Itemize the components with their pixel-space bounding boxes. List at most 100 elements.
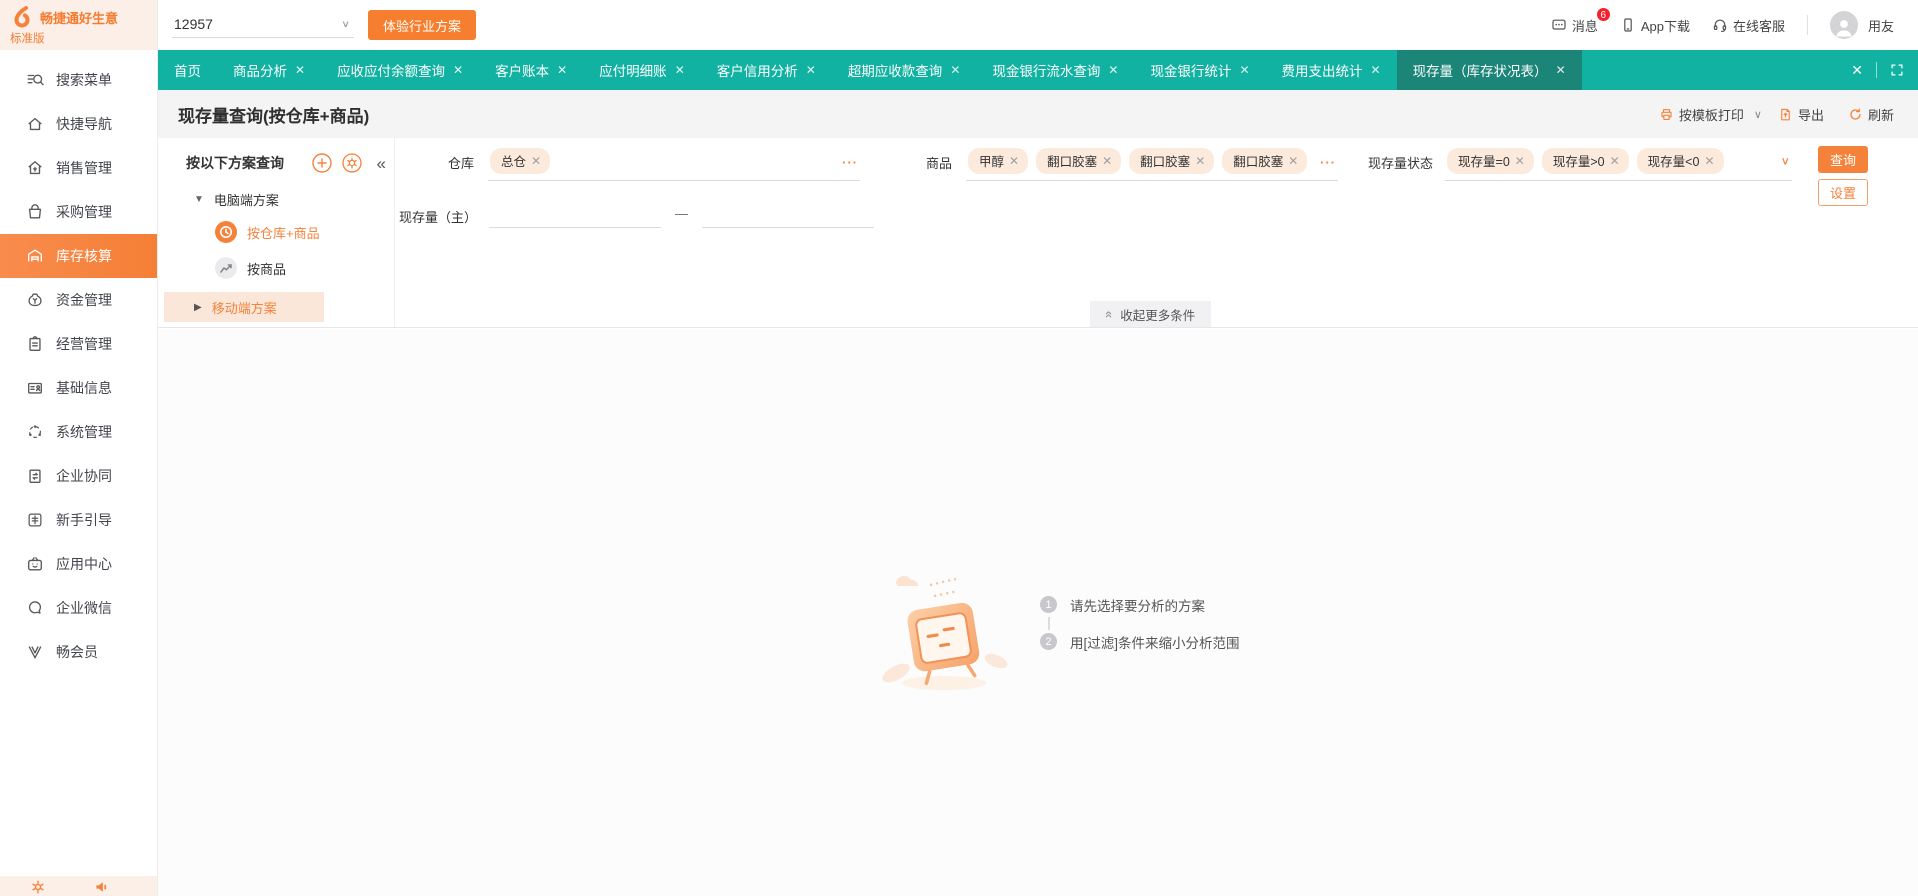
tab-close-icon[interactable]: ✕	[453, 63, 463, 77]
stock-range-min-input[interactable]	[489, 202, 662, 228]
tab-product-analysis[interactable]: 商品分析 ✕	[217, 50, 321, 90]
more-icon[interactable]: ···	[1320, 153, 1336, 170]
filter-label: 商品	[926, 156, 953, 171]
sidebar-item-label: 基础信息	[56, 380, 112, 396]
sidebar-item-label: 库存核算	[56, 248, 112, 264]
warehouse-input[interactable]: 总仓 ✕ ···	[488, 148, 860, 181]
filter-tag: 翻口胶塞 ✕	[1129, 148, 1215, 174]
speaker-icon[interactable]	[94, 879, 110, 895]
tree-group-pc[interactable]: ▼ 电脑端方案	[158, 184, 394, 214]
sidebar-item-label: 新手引导	[56, 512, 112, 528]
sidebar-item-wechat[interactable]: 企业微信	[0, 586, 157, 630]
empty-box-illustration	[882, 575, 1008, 690]
tab-expense-stats[interactable]: 费用支出统计 ✕	[1266, 50, 1397, 90]
sidebar-item-guide[interactable]: 新手引导	[0, 498, 157, 542]
sidebar-item-funds[interactable]: 资金管理	[0, 278, 157, 322]
step-connector	[1048, 616, 1050, 630]
tab-overdue-ar[interactable]: 超期应收款查询 ✕	[832, 50, 977, 90]
tag-close-icon[interactable]: ✕	[531, 154, 541, 168]
collapse-panel-icon[interactable]: «	[377, 155, 386, 172]
tab-close-icon[interactable]: ✕	[675, 63, 685, 77]
warehouse-icon	[26, 247, 44, 265]
clipboard-icon	[26, 335, 44, 353]
tag-close-icon[interactable]: ✕	[1704, 154, 1714, 168]
tab-cash-bank-stats[interactable]: 现金银行统计 ✕	[1134, 50, 1265, 90]
print-by-template-button[interactable]: 按模板打印	[1659, 105, 1744, 124]
tab-customer-credit[interactable]: 客户信用分析 ✕	[701, 50, 832, 90]
export-button[interactable]: 导出	[1778, 105, 1824, 124]
tree-group-mobile[interactable]: ▶ 移动端方案	[164, 292, 324, 322]
main-content: 1 请先选择要分析的方案 2 用[过滤]条件来缩小分析范围	[158, 329, 1918, 896]
tab-close-icon[interactable]: ✕	[557, 63, 567, 77]
scheme-settings-icon[interactable]	[341, 152, 363, 174]
sidebar-item-search-menu[interactable]: 搜索菜单	[0, 58, 157, 102]
filter-label: 现存量状态	[1368, 156, 1434, 171]
add-scheme-icon[interactable]	[311, 152, 333, 174]
refresh-button[interactable]: 刷新	[1848, 105, 1894, 124]
tab-close-icon[interactable]: ✕	[1371, 63, 1381, 77]
online-service-button[interactable]: 在线客服	[1712, 16, 1785, 35]
sidebar-item-collaboration[interactable]: 企业协同	[0, 454, 157, 498]
sidebar-item-operations[interactable]: 经营管理	[0, 322, 157, 366]
stock-status-select[interactable]: 现存量=0 ✕ 现存量>0 ✕ 现存量<0 ✕ ∨	[1445, 148, 1792, 181]
filter-tag: 甲醇 ✕	[968, 148, 1029, 174]
scheme-item-warehouse-product[interactable]: 按仓库+商品	[158, 214, 394, 250]
tab-close-icon[interactable]: ✕	[1108, 63, 1118, 77]
filter-tag: 现存量<0 ✕	[1636, 148, 1724, 174]
tab-close-icon[interactable]: ✕	[806, 63, 816, 77]
scheme-item-product[interactable]: 按商品	[158, 250, 394, 286]
tab-ar-ap-balance[interactable]: 应收应付余额查询 ✕	[321, 50, 479, 90]
gear-icon[interactable]	[30, 879, 46, 895]
app-download-button[interactable]: App下载	[1620, 16, 1690, 35]
chevron-down-icon[interactable]: ∨	[1780, 154, 1790, 168]
sidebar-item-quick-nav[interactable]: 快捷导航	[0, 102, 157, 146]
messages-button[interactable]: 消息 6	[1551, 6, 1611, 35]
tab-stock-on-hand[interactable]: 现存量（库存状况表） ✕	[1396, 50, 1582, 90]
tab-close-icon[interactable]: ✕	[295, 63, 305, 77]
tag-close-icon[interactable]: ✕	[1102, 154, 1112, 168]
tab-ap-detail[interactable]: 应付明细账 ✕	[583, 50, 701, 90]
tab-home[interactable]: 首页	[158, 50, 217, 90]
tabbar-separator	[1876, 62, 1877, 78]
filter-tag: 现存量=0 ✕	[1447, 148, 1534, 174]
sidebar-item-sales[interactable]: 销售管理	[0, 146, 157, 190]
tag-close-icon[interactable]: ✕	[1288, 154, 1298, 168]
scheme-panel-title: 按以下方案查询	[186, 155, 284, 171]
tab-close-icon[interactable]: ✕	[950, 63, 960, 77]
tab-close-icon[interactable]: ✕	[1556, 63, 1566, 77]
tag-close-icon[interactable]: ✕	[1195, 154, 1205, 168]
collapse-more-conditions[interactable]: « 收起更多条件	[1090, 301, 1212, 327]
query-button[interactable]: 查询	[1818, 146, 1868, 173]
chevron-down-icon[interactable]: ∨	[1754, 108, 1762, 121]
tab-close-icon[interactable]: ✕	[1239, 63, 1249, 77]
tab-cash-bank-flow[interactable]: 现金银行流水查询 ✕	[976, 50, 1134, 90]
chevrons-up-icon: «	[1102, 310, 1118, 318]
sidebar-item-label: 系统管理	[56, 424, 112, 440]
purchase-bag-icon	[26, 203, 44, 221]
query-panel: 按以下方案查询 « ▼ 电脑端方案 按仓库+商品 按商品 ▶ 移动端方案 仓库 …	[158, 138, 1918, 328]
sidebar-item-app-center[interactable]: 应用中心	[0, 542, 157, 586]
sidebar-item-base-info[interactable]: 基础信息	[0, 366, 157, 410]
tag-close-icon[interactable]: ✕	[1610, 154, 1620, 168]
sidebar-item-inventory[interactable]: 库存核算	[0, 234, 157, 278]
user-name[interactable]: 用友	[1868, 16, 1894, 35]
sidebar-item-system[interactable]: 系统管理	[0, 410, 157, 454]
settings-button[interactable]: 设置	[1818, 179, 1868, 206]
close-icon[interactable]: ✕	[1851, 62, 1863, 79]
product-input[interactable]: 甲醇 ✕ 翻口胶塞 ✕ 翻口胶塞 ✕ 翻口胶塞 ✕ ···	[966, 148, 1338, 181]
sidebar-item-member[interactable]: 畅会员	[0, 630, 157, 674]
more-icon[interactable]: ···	[842, 153, 858, 170]
tag-close-icon[interactable]: ✕	[1515, 154, 1525, 168]
filter-stock-range: 现存量（主） —	[399, 202, 875, 228]
topbar-right: 消息 6 App下载 在线客服 用友	[1551, 6, 1894, 39]
stock-range-max-input[interactable]	[702, 202, 875, 228]
account-select[interactable]: 12957 ∨	[172, 13, 354, 38]
fullscreen-icon[interactable]	[1890, 63, 1904, 77]
avatar[interactable]	[1829, 11, 1858, 39]
tag-close-icon[interactable]: ✕	[1009, 154, 1019, 168]
logo-block: 畅捷通好生意 标准版	[0, 0, 157, 50]
filter-tag: 总仓 ✕	[490, 148, 551, 174]
tab-customer-ledger[interactable]: 客户账本 ✕	[479, 50, 583, 90]
sidebar-item-purchase[interactable]: 采购管理	[0, 190, 157, 234]
trial-solution-button[interactable]: 体验行业方案	[368, 10, 477, 40]
